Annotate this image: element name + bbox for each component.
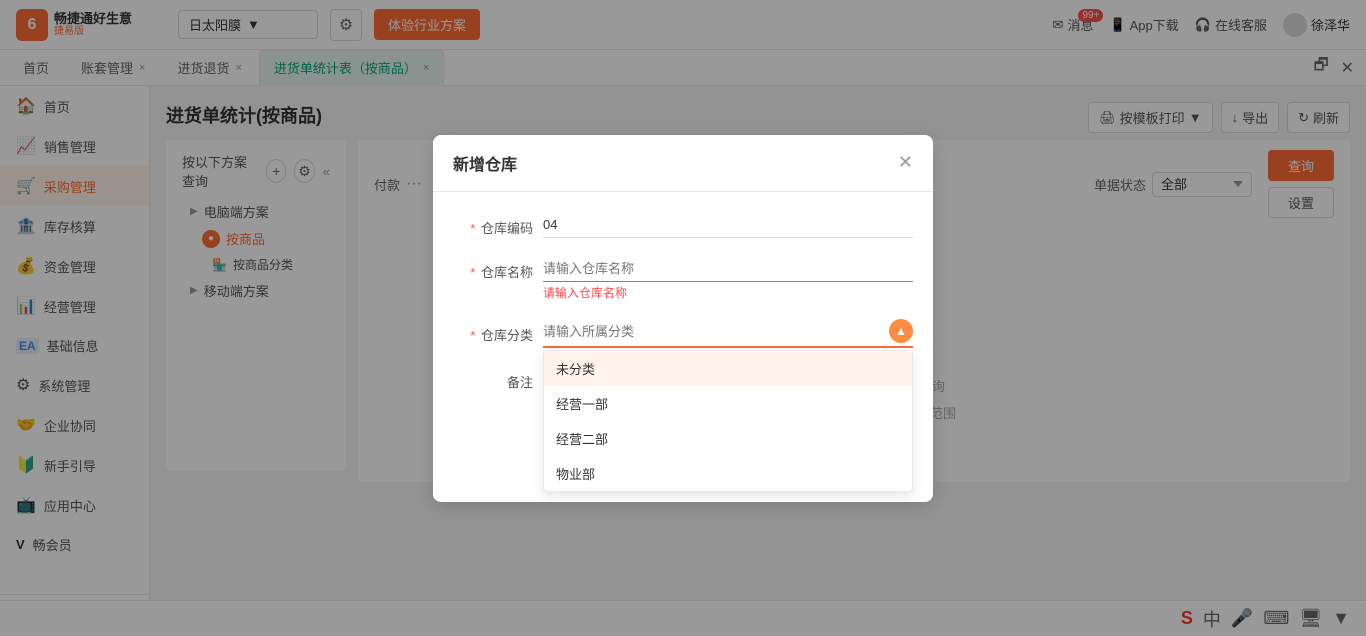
modal: 新增仓库 ✕ * 仓库编码 * 仓库名称 [433, 135, 933, 502]
dropdown-item-2[interactable]: 经营二部 [544, 421, 912, 456]
code-label: * 仓库编码 [453, 212, 533, 237]
name-label: * 仓库名称 [453, 256, 533, 281]
notes-label: 备注 [453, 366, 533, 391]
name-input[interactable] [543, 256, 913, 282]
required-star-cat: * [470, 328, 475, 343]
form-row-code: * 仓库编码 [453, 212, 913, 238]
name-error-msg: 请输入仓库名称 [543, 284, 913, 301]
modal-overlay[interactable]: 新增仓库 ✕ * 仓库编码 * 仓库名称 [0, 0, 1366, 636]
modal-title: 新增仓库 [453, 151, 517, 175]
form-row-category: * 仓库分类 ▲ 未分类 经营一部 经营二部 物业部 [453, 319, 913, 348]
modal-header: 新增仓库 ✕ [433, 135, 933, 192]
dropdown-item-0[interactable]: 未分类 [544, 351, 912, 386]
name-field-wrap: 请输入仓库名称 [543, 256, 913, 301]
code-input[interactable] [543, 212, 913, 238]
modal-body: * 仓库编码 * 仓库名称 请输入仓库名称 [433, 192, 933, 445]
code-field-wrap [543, 212, 913, 238]
category-label: * 仓库分类 [453, 319, 533, 344]
category-input-wrap: ▲ [543, 319, 913, 348]
dropdown-item-1[interactable]: 经营一部 [544, 386, 912, 421]
modal-close-button[interactable]: ✕ [898, 152, 913, 173]
category-field-wrap: ▲ 未分类 经营一部 经营二部 物业部 [543, 319, 913, 348]
required-star-name: * [470, 265, 475, 280]
chevron-up-button[interactable]: ▲ [889, 319, 913, 343]
required-star: * [470, 221, 475, 236]
category-input[interactable] [543, 319, 889, 344]
category-dropdown: 未分类 经营一部 经营二部 物业部 [543, 350, 913, 492]
dropdown-item-3[interactable]: 物业部 [544, 456, 912, 491]
form-row-name: * 仓库名称 请输入仓库名称 [453, 256, 913, 301]
